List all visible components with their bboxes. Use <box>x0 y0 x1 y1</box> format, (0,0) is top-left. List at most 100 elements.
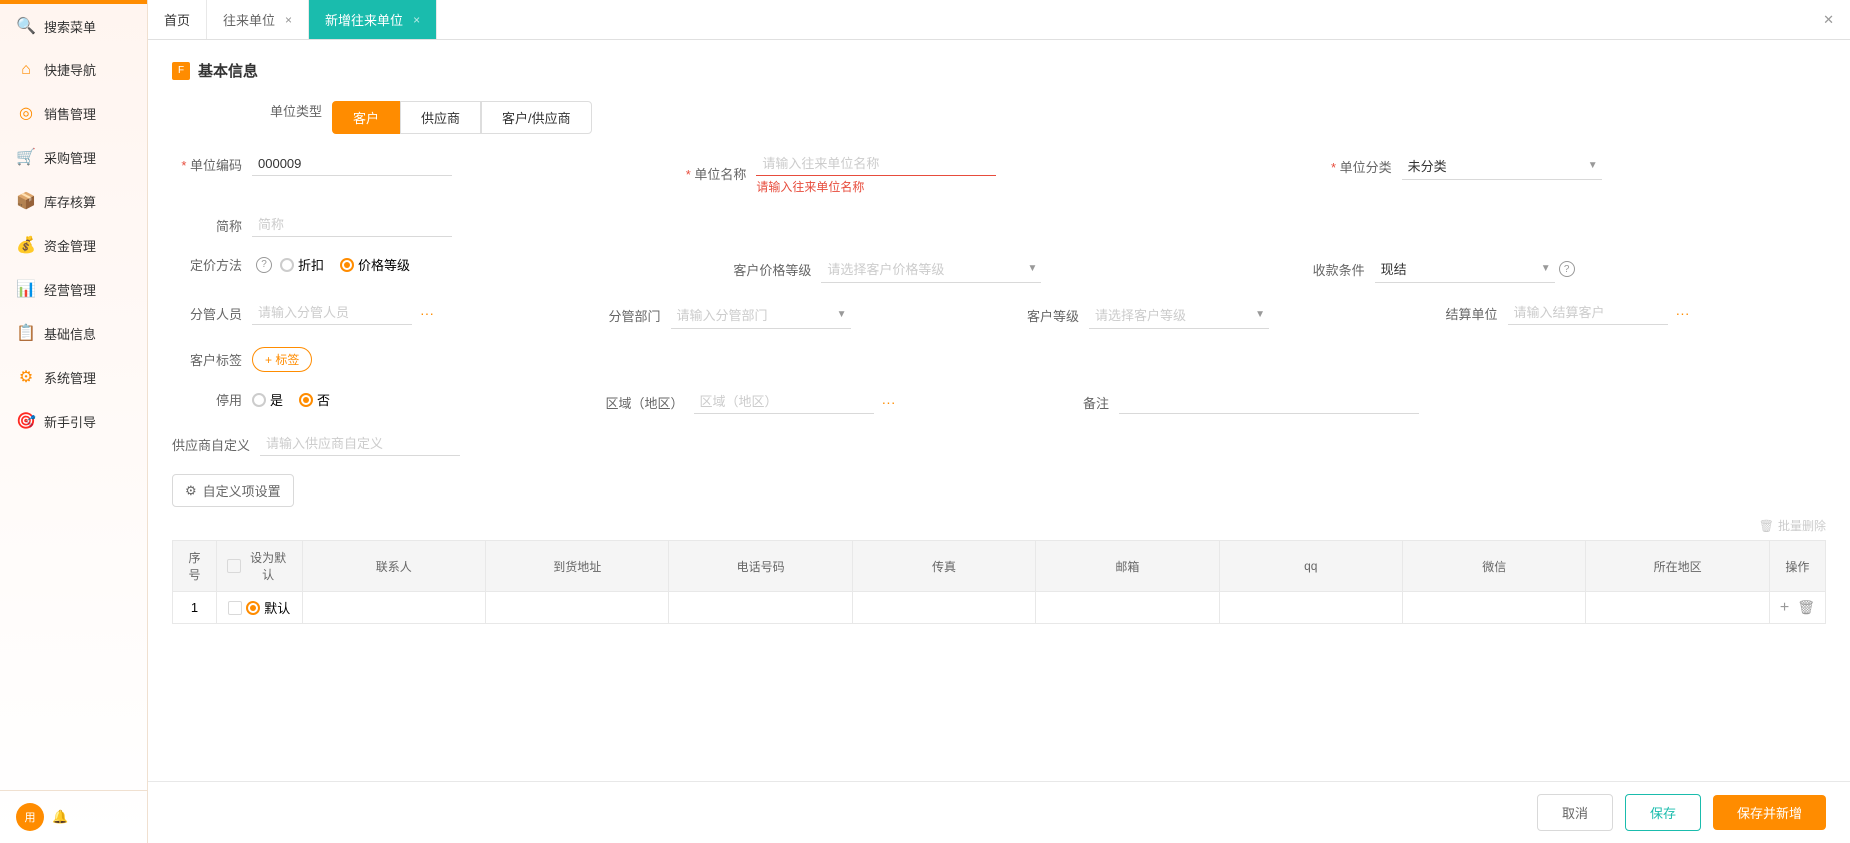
cell-region[interactable] <box>1586 592 1769 624</box>
cell-qq[interactable] <box>1219 592 1403 624</box>
batch-delete-label[interactable]: 批量删除 <box>1778 517 1826 534</box>
cell-phone[interactable] <box>669 592 852 624</box>
region-table-input[interactable] <box>1596 600 1758 615</box>
type-btn-customer[interactable]: 客户 <box>332 101 400 134</box>
add-row-btn[interactable]: + <box>1780 599 1789 617</box>
form-content: F 基本信息 单位类型 客户 供应商 客户/供应商 单位编码 单位名称 请输入往… <box>148 40 1850 781</box>
tab-home[interactable]: 首页 <box>148 0 207 39</box>
settlement-label: 结算单位 <box>1428 304 1508 323</box>
pricing-help-icon[interactable]: ? <box>256 257 272 273</box>
unit-name-label: 单位名称 <box>676 164 756 183</box>
unit-category-value: 未分类 <box>1402 156 1588 175</box>
fax-input[interactable] <box>863 600 1025 615</box>
type-btn-both[interactable]: 客户/供应商 <box>481 101 592 134</box>
wechat-input[interactable] <box>1413 600 1575 615</box>
default-radio-circle <box>246 601 260 615</box>
search-icon: 🔍 <box>16 16 36 36</box>
select-all-checkbox[interactable] <box>227 559 241 573</box>
payment-terms-help-icon[interactable]: ? <box>1559 261 1575 277</box>
section-title: 基本信息 <box>198 60 258 81</box>
batch-delete-icon: 🗑 <box>1759 519 1774 533</box>
sidebar-item-basic-info[interactable]: 📋 基础信息 <box>0 311 147 355</box>
unit-category-select[interactable]: 未分类 ▼ <box>1402 152 1602 180</box>
default-radio[interactable]: 默认 <box>246 598 290 617</box>
col-region: 所在地区 <box>1586 541 1769 592</box>
unit-category-label: 单位分类 <box>1322 157 1402 176</box>
settlement-more-btn[interactable]: ··· <box>1672 305 1694 321</box>
tab-new-partner-close[interactable]: × <box>413 13 420 27</box>
sidebar-item-operations[interactable]: 📊 经营管理 <box>0 267 147 311</box>
sidebar-operations-label: 经营管理 <box>44 280 96 299</box>
save-new-button[interactable]: 保存并新增 <box>1713 795 1826 830</box>
manager-input[interactable] <box>252 301 412 325</box>
sidebar-item-sales[interactable]: ◎ 销售管理 <box>0 91 147 135</box>
radio-level-circle <box>340 258 354 272</box>
section-icon: F <box>172 62 190 80</box>
unit-name-input[interactable] <box>756 152 996 176</box>
unit-code-input[interactable] <box>252 152 452 176</box>
sidebar-item-quick-nav[interactable]: ⌂ 快捷导航 <box>0 48 147 91</box>
sidebar-item-purchase[interactable]: 🛒 采购管理 <box>0 135 147 179</box>
custom-settings-button[interactable]: ⚙ 自定义项设置 <box>172 474 294 507</box>
cell-email[interactable] <box>1036 592 1219 624</box>
customer-price-placeholder: 请选择客户价格等级 <box>821 259 1027 278</box>
sidebar-item-finance[interactable]: 💰 资金管理 <box>0 223 147 267</box>
basic-info-icon: 📋 <box>16 323 36 343</box>
supplier-custom-input[interactable] <box>260 432 460 456</box>
section-header: F 基本信息 <box>172 60 1826 81</box>
inventory-icon: 📦 <box>16 191 36 211</box>
address-input[interactable] <box>496 600 658 615</box>
delete-row-btn[interactable]: 🗑 <box>1797 599 1815 616</box>
guide-icon: 🎯 <box>16 411 36 431</box>
customer-price-select[interactable]: 请选择客户价格等级 ▼ <box>821 255 1041 283</box>
region-input[interactable] <box>694 390 874 414</box>
add-tag-button[interactable]: + 标签 <box>252 347 312 372</box>
disabled-radio-no[interactable]: 否 <box>299 390 330 409</box>
field-customer-price: 客户价格等级 请选择客户价格等级 ▼ <box>733 255 1264 283</box>
col-wechat: 微信 <box>1403 541 1586 592</box>
field-disabled: 停用 是 否 <box>172 390 566 409</box>
sidebar-item-system[interactable]: ⚙ 系统管理 <box>0 355 147 399</box>
cell-contact[interactable] <box>302 592 485 624</box>
cell-address[interactable] <box>486 592 669 624</box>
tabs-close-all[interactable]: ✕ <box>1807 0 1850 39</box>
sidebar-item-inventory[interactable]: 📦 库存核算 <box>0 179 147 223</box>
tab-partners-close[interactable]: × <box>285 13 292 27</box>
remark-input[interactable] <box>1119 390 1419 414</box>
disabled-radio-yes[interactable]: 是 <box>252 390 283 409</box>
field-payment-terms: 收款条件 现结 ▼ ? <box>1295 255 1826 283</box>
tab-partners[interactable]: 往来单位 × <box>207 0 309 39</box>
customer-level-select[interactable]: 请选择客户等级 ▼ <box>1089 301 1269 329</box>
dept-select[interactable]: 请输入分管部门 ▼ <box>671 301 851 329</box>
save-button[interactable]: 保存 <box>1625 794 1701 831</box>
pricing-radio-discount[interactable]: 折扣 <box>280 255 324 274</box>
sidebar-item-guide[interactable]: 🎯 新手引导 <box>0 399 147 443</box>
field-region: 区域（地区） ··· <box>606 390 1000 414</box>
customer-level-placeholder: 请选择客户等级 <box>1089 305 1255 324</box>
cancel-button[interactable]: 取消 <box>1537 794 1613 831</box>
form-row-supplier-custom: 供应商自定义 <box>172 432 1826 456</box>
tab-new-partner[interactable]: 新增往来单位 × <box>309 0 437 39</box>
manager-more-btn[interactable]: ··· <box>416 305 438 321</box>
region-more-btn[interactable]: ··· <box>878 394 900 410</box>
qq-input[interactable] <box>1230 600 1393 615</box>
phone-input[interactable] <box>679 600 841 615</box>
settlement-input[interactable] <box>1508 301 1668 325</box>
contact-input[interactable] <box>313 600 475 615</box>
col-contact: 联系人 <box>302 541 485 592</box>
sidebar-inventory-label: 库存核算 <box>44 192 96 211</box>
cell-wechat[interactable] <box>1403 592 1586 624</box>
radio-discount-circle <box>280 258 294 272</box>
sidebar: 🔍 搜索菜单 ⌂ 快捷导航 ◎ 销售管理 🛒 采购管理 📦 库存核算 💰 资金管… <box>0 0 148 843</box>
short-name-input[interactable] <box>252 213 452 237</box>
sidebar-item-search[interactable]: 🔍 搜索菜单 <box>0 4 147 48</box>
row-checkbox[interactable] <box>228 601 242 615</box>
pricing-radio-level[interactable]: 价格等级 <box>340 255 410 274</box>
payment-terms-select[interactable]: 现结 ▼ <box>1375 255 1555 283</box>
cell-fax[interactable] <box>852 592 1035 624</box>
email-input[interactable] <box>1046 600 1208 615</box>
type-btn-supplier[interactable]: 供应商 <box>400 101 481 134</box>
field-pricing: 定价方法 ? 折扣 价格等级 <box>172 255 703 274</box>
custom-settings-label: 自定义项设置 <box>203 481 281 500</box>
region-label: 区域（地区） <box>606 393 694 412</box>
